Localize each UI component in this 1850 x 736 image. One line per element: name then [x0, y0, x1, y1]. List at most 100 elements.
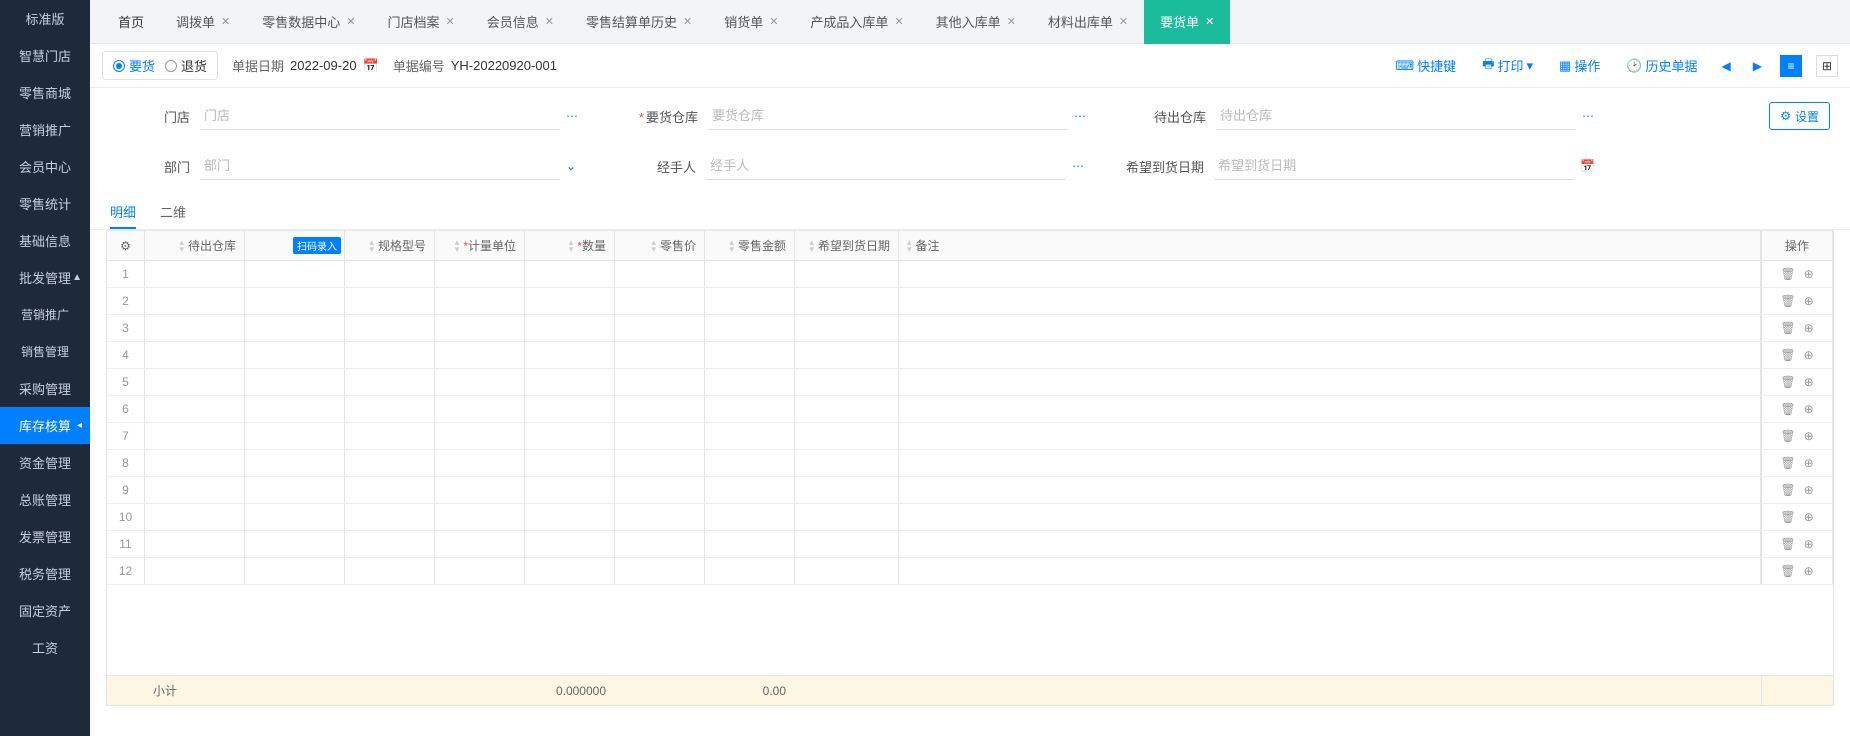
- calendar-icon[interactable]: 📅: [363, 58, 379, 74]
- close-icon[interactable]: ✕: [1119, 15, 1128, 28]
- col-remark[interactable]: ▴▾备注: [899, 231, 1761, 260]
- sidebar-item-marketing[interactable]: 营销推广: [0, 111, 90, 148]
- prev-button[interactable]: ◀: [1718, 59, 1735, 73]
- sidebar-item-retail-stats[interactable]: 零售统计: [0, 185, 90, 222]
- col-price[interactable]: ▴▾零售价: [615, 231, 705, 260]
- more-icon[interactable]: ⋯: [1068, 109, 1086, 123]
- table-row[interactable]: 11🗑⊕: [107, 531, 1833, 558]
- operate-button[interactable]: ▦操作: [1553, 56, 1606, 75]
- store-input[interactable]: [200, 102, 560, 130]
- table-row[interactable]: 3🗑⊕: [107, 315, 1833, 342]
- close-icon[interactable]: ✕: [446, 15, 455, 28]
- shortcut-button[interactable]: ⌨快捷键: [1389, 56, 1462, 75]
- close-icon[interactable]: ✕: [894, 15, 903, 28]
- history-button[interactable]: 🕑历史单据: [1620, 56, 1703, 75]
- col-expect-date[interactable]: ▴▾希望到货日期: [795, 231, 899, 260]
- sidebar-item-standard[interactable]: 标准版: [0, 0, 90, 37]
- table-row[interactable]: 4🗑⊕: [107, 342, 1833, 369]
- table-row[interactable]: 8🗑⊕: [107, 450, 1833, 477]
- table-row[interactable]: 5🗑⊕: [107, 369, 1833, 396]
- tab-sales-order[interactable]: 销货单✕: [708, 0, 794, 44]
- chevron-down-icon[interactable]: ⌄: [560, 159, 576, 173]
- subtab-2d[interactable]: 二维: [160, 196, 186, 229]
- delete-icon[interactable]: 🗑: [1780, 537, 1795, 551]
- calendar-icon[interactable]: 📅: [1574, 159, 1595, 173]
- settings-button[interactable]: ⚙设置: [1769, 102, 1830, 130]
- delete-icon[interactable]: 🗑: [1780, 402, 1795, 416]
- add-icon[interactable]: ⊕: [1804, 402, 1814, 416]
- sidebar-item-inventory[interactable]: 库存核算◂: [0, 407, 90, 444]
- tab-settle-history[interactable]: 零售结算单历史✕: [570, 0, 708, 44]
- sidebar-item-sales-mgmt[interactable]: 销售管理: [0, 333, 90, 370]
- sidebar-item-salary[interactable]: 工资: [0, 629, 90, 666]
- tab-store-file[interactable]: 门店档案✕: [371, 0, 470, 44]
- col-settings[interactable]: ⚙: [107, 231, 145, 260]
- delete-icon[interactable]: 🗑: [1780, 267, 1795, 281]
- sidebar-item-basic-info[interactable]: 基础信息: [0, 222, 90, 259]
- sidebar-item-smart-store[interactable]: 智慧门店: [0, 37, 90, 74]
- more-icon[interactable]: ⋯: [560, 109, 578, 123]
- radio-request[interactable]: 要货: [113, 56, 155, 75]
- delete-icon[interactable]: 🗑: [1780, 510, 1795, 524]
- tab-other-in[interactable]: 其他入库单✕: [920, 0, 1032, 44]
- tab-material-out[interactable]: 材料出库单✕: [1032, 0, 1144, 44]
- add-icon[interactable]: ⊕: [1804, 375, 1814, 389]
- close-icon[interactable]: ✕: [683, 15, 692, 28]
- tab-home[interactable]: 首页: [102, 0, 160, 44]
- close-icon[interactable]: ✕: [1205, 15, 1214, 28]
- next-button[interactable]: ▶: [1749, 59, 1766, 73]
- delete-icon[interactable]: 🗑: [1780, 321, 1795, 335]
- col-warehouse[interactable]: ▴▾待出仓库: [145, 231, 245, 260]
- tab-retail-data[interactable]: 零售数据中心✕: [246, 0, 371, 44]
- add-icon[interactable]: ⊕: [1804, 510, 1814, 524]
- req-wh-input[interactable]: [708, 102, 1068, 130]
- table-row[interactable]: 9🗑⊕: [107, 477, 1833, 504]
- sidebar-item-fund[interactable]: 资金管理: [0, 444, 90, 481]
- col-spec[interactable]: ▴▾规格型号: [345, 231, 435, 260]
- sidebar-item-marketing-sub[interactable]: 营销推广: [0, 296, 90, 333]
- col-amount[interactable]: ▴▾零售金额: [705, 231, 795, 260]
- tab-transfer[interactable]: 调拨单✕: [160, 0, 246, 44]
- add-icon[interactable]: ⊕: [1804, 564, 1814, 578]
- dept-input[interactable]: [200, 152, 560, 180]
- scan-badge[interactable]: 扫码录入: [293, 237, 341, 254]
- delete-icon[interactable]: 🗑: [1780, 429, 1795, 443]
- table-row[interactable]: 10🗑⊕: [107, 504, 1833, 531]
- tab-product-in[interactable]: 产成品入库单✕: [794, 0, 919, 44]
- add-icon[interactable]: ⊕: [1804, 267, 1814, 281]
- close-icon[interactable]: ✕: [769, 15, 778, 28]
- add-icon[interactable]: ⊕: [1804, 456, 1814, 470]
- table-row[interactable]: 12🗑⊕: [107, 558, 1833, 585]
- col-qty[interactable]: ▴▾*数量: [525, 231, 615, 260]
- expect-date-input[interactable]: [1214, 152, 1574, 180]
- subtab-detail[interactable]: 明细: [110, 196, 136, 229]
- out-wh-input[interactable]: [1216, 102, 1576, 130]
- doc-date-value[interactable]: 2022-09-20: [290, 58, 357, 73]
- print-button[interactable]: 🖶打印▾: [1476, 55, 1539, 77]
- col-unit[interactable]: ▴▾*计量单位: [435, 231, 525, 260]
- sidebar-item-wholesale[interactable]: 批发管理▲: [0, 259, 90, 296]
- table-row[interactable]: 7🗑⊕: [107, 423, 1833, 450]
- table-row[interactable]: 1🗑⊕: [107, 261, 1833, 288]
- close-icon[interactable]: ✕: [1007, 15, 1016, 28]
- handler-input[interactable]: [706, 152, 1066, 180]
- sidebar-item-member[interactable]: 会员中心: [0, 148, 90, 185]
- sidebar-item-invoice[interactable]: 发票管理: [0, 518, 90, 555]
- sidebar-item-purchase[interactable]: 采购管理: [0, 370, 90, 407]
- close-icon[interactable]: ✕: [346, 15, 355, 28]
- radio-return[interactable]: 退货: [165, 56, 207, 75]
- view-grid-button[interactable]: ⊞: [1816, 55, 1838, 77]
- sidebar-item-retail-mall[interactable]: 零售商城: [0, 74, 90, 111]
- delete-icon[interactable]: 🗑: [1780, 348, 1795, 362]
- delete-icon[interactable]: 🗑: [1780, 294, 1795, 308]
- col-product[interactable]: ▴▾*商品扫码录入: [245, 231, 345, 260]
- more-icon[interactable]: ⋯: [1576, 109, 1594, 123]
- delete-icon[interactable]: 🗑: [1780, 375, 1795, 389]
- add-icon[interactable]: ⊕: [1804, 483, 1814, 497]
- view-list-button[interactable]: ≡: [1780, 55, 1802, 77]
- table-row[interactable]: 2🗑⊕: [107, 288, 1833, 315]
- delete-icon[interactable]: 🗑: [1780, 483, 1795, 497]
- more-icon[interactable]: ⋯: [1066, 159, 1084, 173]
- close-icon[interactable]: ✕: [545, 15, 554, 28]
- delete-icon[interactable]: 🗑: [1780, 456, 1795, 470]
